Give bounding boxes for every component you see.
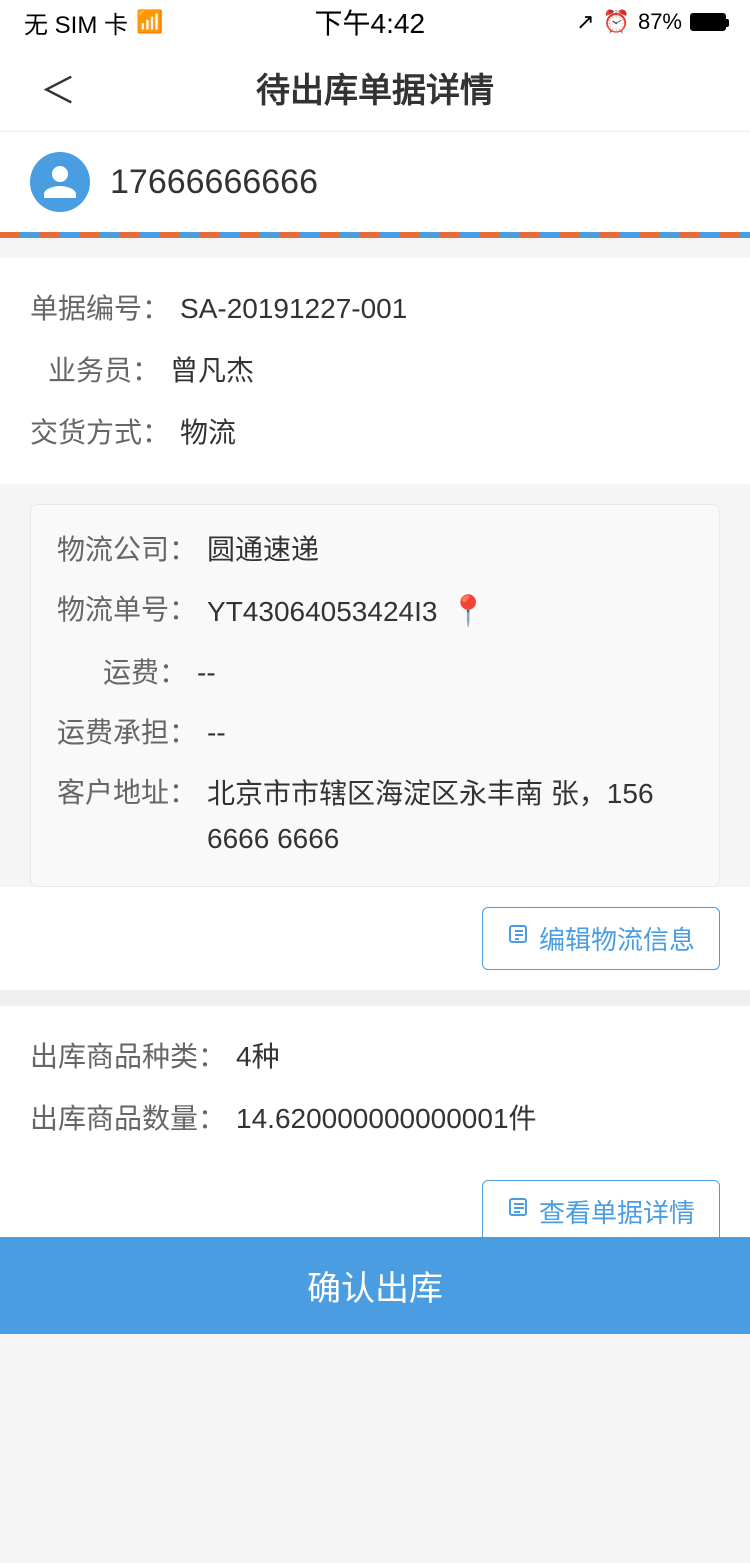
goods-types-value: 4种 [236, 1036, 720, 1078]
status-left: 无 SIM 卡 📶 [24, 5, 163, 40]
status-right: ↗ ⏰ 87% [576, 9, 726, 35]
status-bar: 无 SIM 卡 📶 下午4:42 ↗ ⏰ 87% [0, 0, 750, 44]
logistics-company-value: 圆通速递 [207, 529, 693, 571]
tracking-label: 物流单号： [57, 589, 207, 631]
doc-number-value: SA-20191227-001 [180, 288, 720, 330]
contact-phone: 17666666666 [110, 163, 318, 202]
goods-quantity-row: 出库商品数量： 14.620000000000001件 [30, 1098, 720, 1140]
nav-bar: ＜ 待出库单据详情 [0, 44, 750, 132]
doc-number-row: 单据编号： SA-20191227-001 [30, 288, 720, 330]
logistics-section: 物流公司： 圆通速递 物流单号： YT43064053424I3 📍 运费： -… [30, 504, 720, 887]
goods-types-label: 出库商品种类： [30, 1036, 236, 1078]
page-title: 待出库单据详情 [256, 63, 494, 112]
detail-btn-label: 查看单据详情 [539, 1193, 695, 1230]
delivery-method-row: 交货方式： 物流 [30, 412, 720, 454]
edit-btn-section: 编辑物流信息 [0, 887, 750, 990]
address-value: 北京市市辖区海淀区永丰南 张，156 6666 6666 [207, 772, 693, 862]
freight-bearer-label: 运费承担： [57, 712, 207, 754]
confirm-button-wrap[interactable]: 确认出库 [0, 1237, 750, 1334]
battery-icon [690, 13, 726, 31]
location-status-icon: ↗ [576, 9, 594, 35]
delivery-method-value: 物流 [180, 412, 720, 454]
status-time: 下午4:42 [315, 2, 426, 42]
salesperson-label: 业务员： [30, 350, 170, 392]
confirm-btn-label: 确认出库 [307, 1261, 443, 1310]
view-detail-button[interactable]: 查看单据详情 [482, 1180, 720, 1243]
user-icon [40, 162, 80, 202]
freight-bearer-row: 运费承担： -- [57, 712, 693, 754]
tracking-row: 物流单号： YT43064053424I3 📍 [57, 589, 693, 634]
goods-types-row: 出库商品种类： 4种 [30, 1036, 720, 1078]
alarm-icon: ⏰ [603, 9, 630, 35]
doc-number-label: 单据编号： [30, 288, 180, 330]
basic-info-section: 单据编号： SA-20191227-001 业务员： 曾凡杰 交货方式： 物流 [0, 258, 750, 484]
edit-icon [507, 923, 531, 954]
goods-quantity-value: 14.620000000000001件 [236, 1098, 720, 1140]
salesperson-value: 曾凡杰 [170, 350, 720, 392]
carrier-text: 无 SIM 卡 [24, 5, 128, 40]
avatar [30, 152, 90, 212]
battery-text: 87% [638, 9, 682, 35]
salesperson-row: 业务员： 曾凡杰 [30, 350, 720, 392]
logistics-company-label: 物流公司： [57, 529, 207, 571]
delivery-method-label: 交货方式： [30, 412, 180, 454]
address-label: 客户地址： [57, 772, 207, 814]
section-separator [0, 990, 750, 1006]
contact-header: 17666666666 [0, 132, 750, 232]
freight-row: 运费： -- [57, 652, 693, 694]
map-pin-icon[interactable]: 📍 [449, 589, 486, 634]
edit-logistics-button[interactable]: 编辑物流信息 [482, 907, 720, 970]
edit-btn-label: 编辑物流信息 [539, 920, 695, 957]
wifi-icon: 📶 [136, 9, 163, 35]
freight-value: -- [197, 652, 693, 694]
goods-section: 出库商品种类： 4种 出库商品数量： 14.620000000000001件 [0, 1006, 750, 1160]
back-button[interactable]: ＜ [30, 52, 86, 124]
freight-bearer-value: -- [207, 712, 693, 754]
detail-icon [507, 1196, 531, 1227]
tracking-value: YT43064053424I3 📍 [207, 589, 693, 634]
tracking-number: YT43064053424I3 [207, 591, 437, 633]
logistics-company-row: 物流公司： 圆通速递 [57, 529, 693, 571]
address-row: 客户地址： 北京市市辖区海淀区永丰南 张，156 6666 6666 [57, 772, 693, 862]
dashed-divider [0, 232, 750, 238]
goods-quantity-label: 出库商品数量： [30, 1098, 236, 1140]
freight-label: 运费： [57, 652, 197, 694]
